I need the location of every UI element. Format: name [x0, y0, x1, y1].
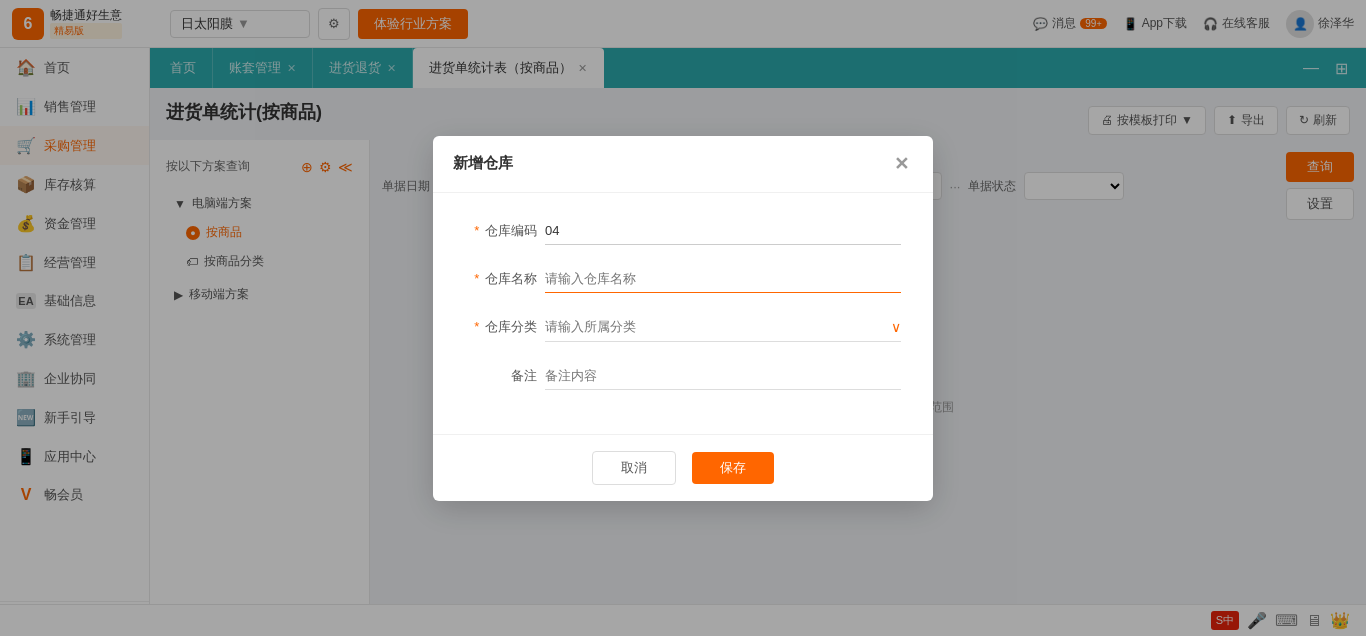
modal-footer: 取消 保存: [433, 434, 933, 501]
modal-header: 新增仓库 ✕: [433, 136, 933, 193]
note-input[interactable]: [545, 362, 901, 390]
name-input[interactable]: [545, 265, 901, 293]
code-label: * 仓库编码: [465, 222, 545, 240]
form-row-category: * 仓库分类 ∨: [465, 313, 901, 342]
cancel-button[interactable]: 取消: [592, 451, 676, 485]
add-warehouse-modal: 新增仓库 ✕ * 仓库编码 * 仓库名称: [433, 136, 933, 501]
required-star-category: *: [474, 319, 479, 334]
modal-title: 新增仓库: [453, 154, 513, 173]
name-label: * 仓库名称: [465, 270, 545, 288]
modal-body: * 仓库编码 * 仓库名称 * 仓库分类: [433, 193, 933, 434]
save-button[interactable]: 保存: [692, 452, 774, 484]
category-select-wrap[interactable]: ∨: [545, 313, 901, 342]
form-row-note: 备注: [465, 362, 901, 390]
chevron-down-icon: ∨: [891, 319, 901, 335]
required-star: *: [474, 223, 479, 238]
code-input[interactable]: [545, 217, 901, 245]
modal-overlay[interactable]: 新增仓库 ✕ * 仓库编码 * 仓库名称: [0, 0, 1366, 636]
form-row-name: * 仓库名称: [465, 265, 901, 293]
required-star-name: *: [474, 271, 479, 286]
form-row-code: * 仓库编码: [465, 217, 901, 245]
category-input[interactable]: [545, 319, 891, 334]
note-label: 备注: [465, 367, 545, 385]
category-label: * 仓库分类: [465, 318, 545, 336]
modal-close-button[interactable]: ✕: [889, 152, 913, 176]
